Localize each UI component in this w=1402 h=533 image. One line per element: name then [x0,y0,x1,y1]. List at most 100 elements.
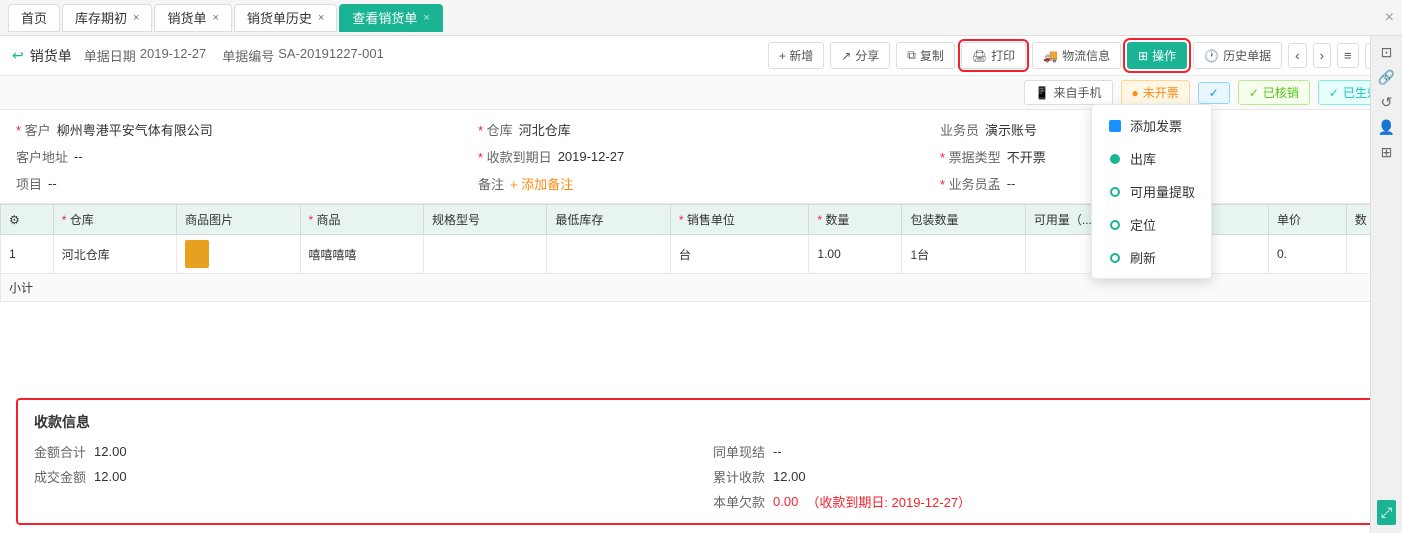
doc-date-label: 单据日期 [84,46,136,65]
outstanding-value: 0.00 [773,494,798,509]
copy-button[interactable]: ⧉ 复制 [896,42,955,69]
col-price: 单价 [1268,205,1346,235]
tab-sales-history-label: 销货单历史 [247,8,312,27]
due-date-field: 收款到期日 2019-12-27 [478,147,924,166]
address-value: -- [74,149,83,164]
tab-home-label: 首页 [21,8,47,27]
tab-sales-history-close[interactable]: × [318,12,324,24]
sidebar-icon-1[interactable]: ⊡ [1381,44,1393,61]
col-product: * 商品 [300,205,423,235]
due-date-value: 2019-12-27 [558,149,625,164]
sidebar-icon-5[interactable]: ⊞ [1381,144,1393,161]
tab-inventory-close[interactable]: × [133,12,139,24]
refresh-label: 刷新 [1130,248,1156,267]
settings-icon: ⚙ [9,213,20,227]
doc-meta: 单据日期 2019-12-27 单据编号 SA-20191227-001 [84,46,384,65]
share-button[interactable]: ↗ 分享 [830,42,890,69]
product-image [185,240,209,268]
dropdown-refresh[interactable]: 刷新 [1092,241,1211,274]
tab-sales-label: 销货单 [167,8,206,27]
view-toggle-list[interactable]: ≡ [1337,43,1359,68]
payment-grid: 金额合计 12.00 成交金额 12.00 同单现结 -- 累计收款 [34,442,1368,511]
next-button[interactable]: › [1313,43,1331,68]
col-unit: * 销售单位 [670,205,809,235]
window-close-button[interactable]: × [1385,9,1394,27]
salesperson-value: 演示账号 [985,120,1037,139]
sidebar-icon-4[interactable]: 👤 [1378,119,1395,136]
payment-title: 收款信息 [34,412,1368,432]
sidebar-expand-icon[interactable]: ⤢ [1377,500,1396,525]
operation-label: 操作 [1152,47,1176,64]
truck-icon: 🚚 [1043,49,1058,63]
tab-sales[interactable]: 销货单 × [154,4,231,32]
transaction-value: 12.00 [94,469,127,484]
payment-right: 同单现结 -- 累计收款 12.00 本单欠款 0.00 （收款到期日: 201… [713,442,1368,511]
operation-dropdown: 添加发票 出库 可用量提取 定位 刷新 [1091,104,1212,279]
tab-sales-close[interactable]: × [212,12,218,24]
salesperson-label: 业务员 [940,120,979,139]
warehouse-value: 河北仓库 [519,120,571,139]
col-image: 商品图片 [177,205,300,235]
project-field: 项目 -- [16,174,462,193]
cell-num: 1 [1,235,54,274]
doc-icon: ↩ [12,47,24,64]
doc-date-value: 2019-12-27 [140,46,207,65]
grid-icon: ⊞ [1138,49,1148,63]
new-button[interactable]: + 新增 [768,42,824,69]
tab-sales-history[interactable]: 销货单历史 × [234,4,337,32]
address-field: 客户地址 -- [16,147,462,166]
sidebar-icon-3[interactable]: ↺ [1381,94,1393,111]
square-icon [1108,119,1122,133]
ticket-icon: ● [1132,86,1139,100]
col-spec: 规格型号 [423,205,546,235]
same-order-value: -- [773,444,782,459]
dropdown-available-pickup[interactable]: 可用量提取 [1092,175,1211,208]
tab-home[interactable]: 首页 [8,4,60,32]
copy-icon: ⧉ [907,48,916,63]
col-settings[interactable]: ⚙ [1,205,54,235]
effective-icon: ✓ [1329,86,1339,100]
customer-label: 客户 [16,120,51,139]
print-button[interactable]: 🖨 打印 [961,42,1026,69]
logistics-button[interactable]: 🚚 物流信息 [1032,42,1121,69]
cell-warehouse: 河北仓库 [53,235,176,274]
transaction-row: 成交金额 12.00 [34,467,689,486]
col-quantity: * 数量 [809,205,902,235]
doc-title-section: ↩ 销货单 [12,46,72,66]
dropdown-locate[interactable]: 定位 [1092,208,1211,241]
circle-outline-icon-3 [1108,251,1122,265]
cell-product: 嘻嘻嘻嘻 [300,235,423,274]
circle-outline-icon-1 [1108,185,1122,199]
amount-value: 12.00 [94,444,127,459]
dropdown-outbound[interactable]: 出库 [1092,142,1211,175]
checked-button[interactable]: ✓ [1198,82,1230,104]
from-phone-label: 来自手机 [1054,84,1102,101]
print-label: 打印 [991,47,1015,64]
outbound-label: 出库 [1130,149,1156,168]
cell-price: 0. [1268,235,1346,274]
payment-section: 收款信息 金额合计 12.00 成交金额 12.00 同单现结 -- [16,398,1386,525]
tab-view-sales[interactable]: 查看销货单 × [339,4,442,32]
tab-inventory[interactable]: 库存期初 × [62,4,152,32]
cumulative-label: 累计收款 [713,467,765,486]
not-open-button[interactable]: ● 未开票 [1121,80,1190,105]
warehouse-field: 仓库 河北仓库 [478,120,924,139]
cell-image [177,235,300,274]
from-phone-button[interactable]: 📱 来自手机 [1024,80,1113,105]
operation-button[interactable]: ⊞ 操作 [1127,42,1187,69]
salesperson2-label: 业务员孟 [940,174,1001,193]
available-pickup-label: 可用量提取 [1130,182,1195,201]
cell-quantity: 1.00 [809,235,902,274]
dropdown-add-invoice[interactable]: 添加发票 [1092,109,1211,142]
outstanding-note: （收款到期日: 2019-12-27） [806,492,971,511]
tab-bar: 首页 库存期初 × 销货单 × 销货单历史 × 查看销货单 × × [0,0,1402,36]
sidebar-icon-2[interactable]: 🔗 [1378,69,1395,86]
project-value: -- [48,176,57,191]
tab-view-sales-close[interactable]: × [423,12,429,24]
tab-inventory-label: 库存期初 [75,8,127,27]
print-icon: 🖨 [972,49,987,63]
add-note-button[interactable]: + 添加备注 [510,174,573,193]
sold-badge: ✓ 已核销 [1238,80,1310,105]
history-button[interactable]: 🕐 历史单据 [1193,42,1282,69]
prev-button[interactable]: ‹ [1288,43,1306,68]
